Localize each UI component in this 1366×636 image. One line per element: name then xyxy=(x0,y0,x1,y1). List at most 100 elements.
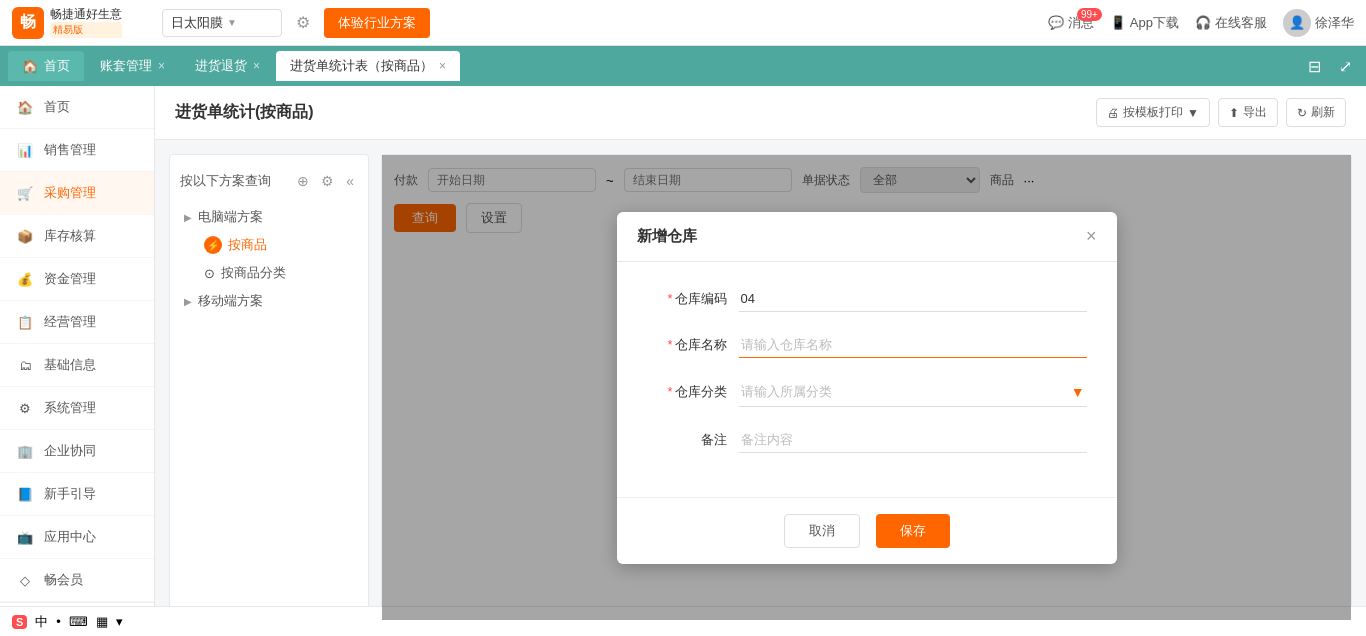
tab-accounts-close-icon[interactable]: × xyxy=(158,59,165,73)
sidebar-member-label: 畅会员 xyxy=(44,571,83,589)
logo-sub: 精易版 xyxy=(50,22,122,38)
app-logo-icon: 畅 xyxy=(12,7,44,39)
store-name: 日太阳膜 xyxy=(171,14,223,32)
sidebar-item-enterprise[interactable]: 🏢 企业协同 xyxy=(0,430,154,473)
enterprise-icon: 🏢 xyxy=(16,442,34,460)
export-button[interactable]: ⬆ 导出 xyxy=(1218,98,1278,127)
print-icon: 🖨 xyxy=(1107,106,1119,120)
sidebar-item-system[interactable]: ⚙ 系统管理 xyxy=(0,387,154,430)
logo-text-block: 畅捷通好生意 精易版 xyxy=(50,7,122,39)
tab-purchase-return[interactable]: 进货退货 × xyxy=(181,51,274,81)
sales-icon: 📊 xyxy=(16,141,34,159)
inventory-icon: 📦 xyxy=(16,227,34,245)
tab-accounts[interactable]: 账套管理 × xyxy=(86,51,179,81)
sidebar-item-home[interactable]: 🏠 首页 xyxy=(0,86,154,129)
tab-bar-right: ⊟ ⤢ xyxy=(1302,55,1358,78)
apps-icon: 📺 xyxy=(16,528,34,546)
scheme-settings-button[interactable]: ⚙ xyxy=(317,171,338,191)
tab-home[interactable]: 🏠 首页 xyxy=(8,51,84,81)
app-download-label: App下载 xyxy=(1130,14,1179,32)
tab-purchase-return-label: 进货退货 xyxy=(195,57,247,75)
form-row-category: 仓库分类 请输入所属分类 ▼ xyxy=(647,378,1087,407)
sidebar-guide-label: 新手引导 xyxy=(44,485,96,503)
sidebar: 🏠 首页 📊 销售管理 🛒 采购管理 📦 库存核算 💰 资金管理 📋 经营管理 … xyxy=(0,86,155,636)
tab-purchase-stats-close-icon[interactable]: × xyxy=(439,59,446,73)
sidebar-item-member[interactable]: ◇ 畅会员 xyxy=(0,559,154,602)
panel-actions: ⊕ ⚙ « xyxy=(293,171,358,191)
logo-area: 畅 畅捷通好生意 精易版 xyxy=(12,7,152,39)
tab-purchase-stats[interactable]: 进货单统计表（按商品） × xyxy=(276,51,460,81)
trial-button[interactable]: 体验行业方案 xyxy=(324,8,430,38)
online-service-item[interactable]: 🎧 在线客服 xyxy=(1195,14,1267,32)
sidebar-operations-label: 经营管理 xyxy=(44,313,96,331)
remark-input[interactable] xyxy=(739,427,1087,453)
sidebar-sales-label: 销售管理 xyxy=(44,141,96,159)
top-header: 畅 畅捷通好生意 精易版 日太阳膜 ▼ ⚙ 体验行业方案 💬 消息 99+ 📱 … xyxy=(0,0,1366,46)
name-label: 仓库名称 xyxy=(647,336,727,354)
user-avatar: 👤 xyxy=(1283,9,1311,37)
cancel-button[interactable]: 取消 xyxy=(784,514,860,548)
tab-expand-icon[interactable]: ⤢ xyxy=(1333,55,1358,78)
sidebar-item-finance[interactable]: 💰 资金管理 xyxy=(0,258,154,301)
add-scheme-button[interactable]: ⊕ xyxy=(293,171,313,191)
settings-icon[interactable]: ⚙ xyxy=(292,9,314,36)
tab-purchase-return-close-icon[interactable]: × xyxy=(253,59,260,73)
sidebar-inventory-label: 库存核算 xyxy=(44,227,96,245)
tree-item-by-goods[interactable]: ⚡ 按商品 xyxy=(200,231,358,259)
sidebar-basic-info-label: 基础信息 xyxy=(44,356,96,374)
store-selector[interactable]: 日太阳膜 ▼ xyxy=(162,9,282,37)
refresh-icon: ↻ xyxy=(1297,106,1307,120)
sidebar-home-label: 首页 xyxy=(44,98,70,116)
tree-by-category-label: 按商品分类 xyxy=(221,264,286,282)
message-item[interactable]: 💬 消息 99+ xyxy=(1048,14,1094,32)
tree-item-by-category[interactable]: ⊙ 按商品分类 xyxy=(200,259,358,287)
tree-mobile-schemes[interactable]: ▶ 移动端方案 xyxy=(180,287,358,315)
content-header: 进货单统计(按商品) 🖨 按模板打印 ▼ ⬆ 导出 ↻ 刷新 xyxy=(155,86,1366,140)
sidebar-apps-label: 应用中心 xyxy=(44,528,96,546)
sidebar-enterprise-label: 企业协同 xyxy=(44,442,96,460)
tab-minimize-icon[interactable]: ⊟ xyxy=(1302,55,1327,78)
sidebar-item-basic-info[interactable]: 🗂 基础信息 xyxy=(0,344,154,387)
tree-pc-schemes[interactable]: ▶ 电脑端方案 xyxy=(180,203,358,231)
message-icon: 💬 xyxy=(1048,15,1064,30)
sidebar-item-guide[interactable]: 📘 新手引导 xyxy=(0,473,154,516)
purchase-icon: 🛒 xyxy=(16,184,34,202)
refresh-button[interactable]: ↻ 刷新 xyxy=(1286,98,1346,127)
home-tab-label: 首页 xyxy=(44,57,70,75)
sidebar-item-apps[interactable]: 📺 应用中心 xyxy=(0,516,154,559)
sidebar-item-operations[interactable]: 📋 经营管理 xyxy=(0,301,154,344)
modal-overlay: 新增仓库 × 仓库编码 仓库名称 xyxy=(382,155,1351,620)
dialog-header: 新增仓库 × xyxy=(617,212,1117,262)
print-button[interactable]: 🖨 按模板打印 ▼ xyxy=(1096,98,1210,127)
dialog-close-button[interactable]: × xyxy=(1086,226,1097,247)
code-input[interactable] xyxy=(739,286,1087,312)
sidebar-item-sales[interactable]: 📊 销售管理 xyxy=(0,129,154,172)
s-logo: S xyxy=(12,615,27,629)
category-select[interactable]: 请输入所属分类 ▼ xyxy=(739,378,1087,407)
tree-sub: ⚡ 按商品 ⊙ 按商品分类 xyxy=(180,231,358,287)
tab-purchase-stats-label: 进货单统计表（按商品） xyxy=(290,57,433,75)
save-button[interactable]: 保存 xyxy=(876,514,950,548)
sidebar-item-purchase[interactable]: 🛒 采购管理 xyxy=(0,172,154,215)
sidebar-system-label: 系统管理 xyxy=(44,399,96,417)
active-scheme-icon: ⚡ xyxy=(204,236,222,254)
sidebar-item-inventory[interactable]: 📦 库存核算 xyxy=(0,215,154,258)
user-item[interactable]: 👤 徐泽华 xyxy=(1283,9,1354,37)
phone-icon: 📱 xyxy=(1110,15,1126,30)
home-icon: 🏠 xyxy=(16,98,34,116)
dialog-footer: 取消 保存 xyxy=(617,497,1117,564)
tree-by-goods-label: 按商品 xyxy=(228,236,267,254)
dialog-title: 新增仓库 xyxy=(637,227,697,246)
collapse-panel-button[interactable]: « xyxy=(342,171,358,191)
content-toolbar: 🖨 按模板打印 ▼ ⬆ 导出 ↻ 刷新 xyxy=(1096,98,1346,127)
tree-pc-label: 电脑端方案 xyxy=(198,208,263,226)
category-label: 仓库分类 xyxy=(647,383,727,401)
main-layout: 🏠 首页 📊 销售管理 🛒 采购管理 📦 库存核算 💰 资金管理 📋 经营管理 … xyxy=(0,86,1366,636)
name-input[interactable] xyxy=(739,332,1087,358)
app-download-item[interactable]: 📱 App下载 xyxy=(1110,14,1179,32)
print-label: 按模板打印 xyxy=(1123,104,1183,121)
keyboard-icon: ⌨ xyxy=(69,614,88,629)
page-title: 进货单统计(按商品) xyxy=(175,102,314,123)
tab-accounts-label: 账套管理 xyxy=(100,57,152,75)
add-warehouse-dialog: 新增仓库 × 仓库编码 仓库名称 xyxy=(617,212,1117,564)
